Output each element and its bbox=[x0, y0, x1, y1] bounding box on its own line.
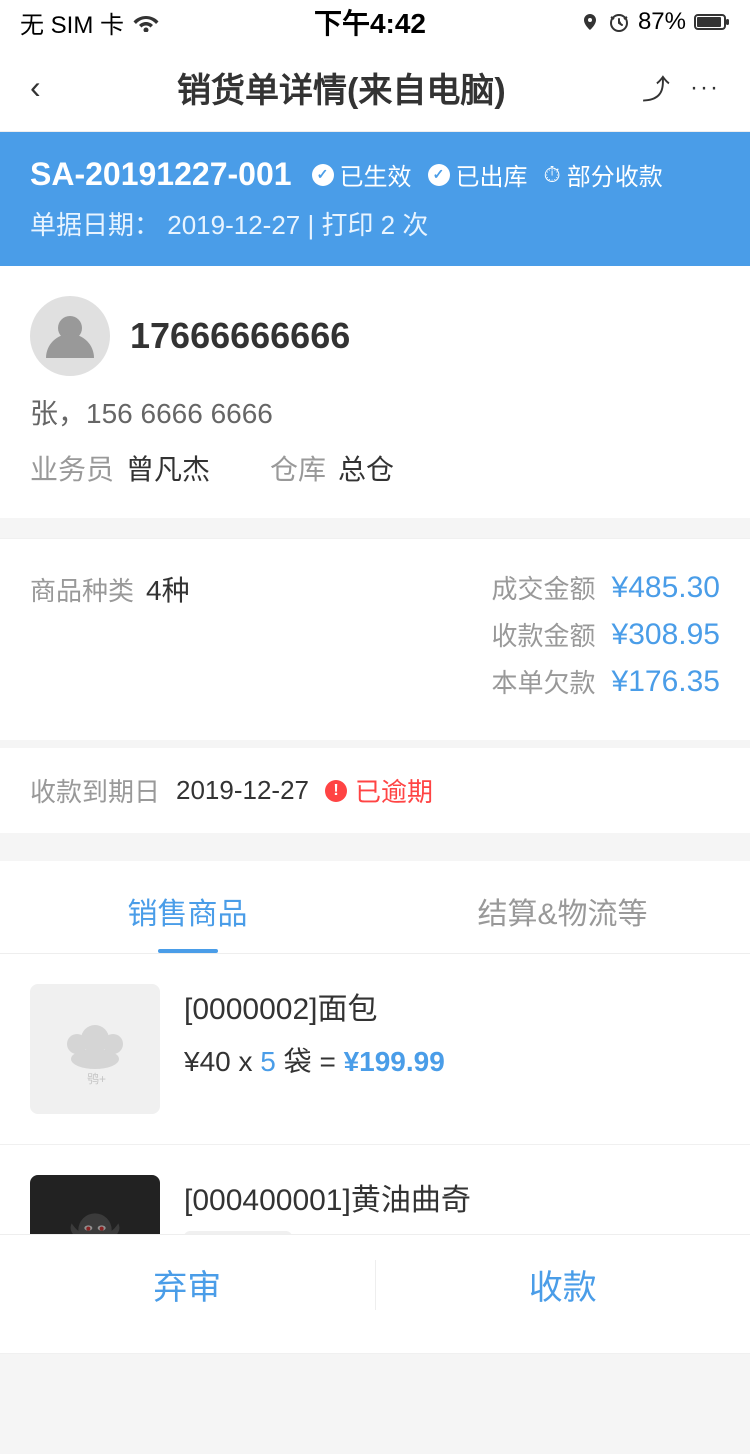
status-time: 下午4:42 bbox=[314, 2, 426, 42]
received-amount: 收款金额 ¥308.95 bbox=[492, 616, 720, 653]
nav-right: ⤴ ··· bbox=[642, 68, 720, 108]
product-price-1: ¥40 x 5 袋 = ¥199.99 bbox=[184, 1040, 720, 1080]
overdue-badge: ! 已逾期 bbox=[325, 772, 433, 809]
abandon-review-button[interactable]: 弃审 bbox=[0, 1240, 375, 1329]
summary-right: 成交金额 ¥485.30 收款金额 ¥308.95 本单欠款 ¥176.35 bbox=[492, 569, 720, 710]
location-icon bbox=[580, 12, 600, 32]
battery-percent: 87% bbox=[638, 8, 686, 36]
order-date: 单据日期： 2019-12-27 | 打印 2 次 bbox=[30, 205, 720, 242]
product-thumb-1: 鸮+ bbox=[30, 984, 160, 1114]
back-button[interactable]: ‹ bbox=[30, 69, 41, 106]
tab-settlement[interactable]: 结算&物流等 bbox=[375, 861, 750, 953]
product-name-2: [000400001]黄油曲奇 bbox=[184, 1175, 720, 1219]
more-button[interactable]: ··· bbox=[690, 74, 720, 102]
svg-text:鸮+: 鸮+ bbox=[87, 1071, 106, 1086]
nav-left: ‹ bbox=[30, 69, 41, 106]
status-shipped: ✓ 已出库 bbox=[428, 157, 528, 192]
warehouse: 仓库 总仓 bbox=[270, 448, 394, 488]
tab-sales-products[interactable]: 销售商品 bbox=[0, 861, 375, 953]
sim-label: 无 SIM 卡 bbox=[20, 5, 124, 40]
customer-section: 17666666666 张，156 6666 6666 业务员 曾凡杰 仓库 总… bbox=[0, 266, 750, 518]
tabs-row: 销售商品 结算&物流等 bbox=[0, 861, 750, 953]
product-info-1: [0000002]面包 ¥40 x 5 袋 = ¥199.99 bbox=[184, 984, 720, 1114]
owed-amount: 本单欠款 ¥176.35 bbox=[492, 663, 720, 700]
sales-person: 业务员 曾凡杰 bbox=[30, 448, 210, 488]
product-item: 鸮+ [0000002]面包 ¥40 x 5 袋 = ¥199.99 bbox=[0, 954, 750, 1145]
status-right: 87% bbox=[580, 8, 730, 36]
status-activated: ✓ 已生效 bbox=[312, 157, 412, 192]
wifi-icon bbox=[132, 12, 160, 32]
tabs-section: 销售商品 结算&物流等 bbox=[0, 853, 750, 954]
order-status-tags: ✓ 已生效 ✓ 已出库 ⏱ 部分收款 bbox=[312, 157, 663, 192]
collect-payment-button[interactable]: 收款 bbox=[376, 1240, 750, 1329]
status-bar: 无 SIM 卡 下午4:42 87% bbox=[0, 0, 750, 44]
check-icon-2: ✓ bbox=[428, 164, 450, 186]
customer-name: 张，156 6666 6666 bbox=[30, 392, 720, 432]
page-title: 销货单详情(来自电脑) bbox=[177, 63, 506, 112]
customer-meta: 业务员 曾凡杰 仓库 总仓 bbox=[30, 448, 720, 488]
product-name-1: [0000002]面包 bbox=[184, 984, 720, 1028]
share-button[interactable]: ⤴ bbox=[642, 68, 670, 108]
battery-icon bbox=[694, 12, 730, 32]
check-icon-1: ✓ bbox=[312, 164, 334, 186]
summary-left: 商品种类 4种 bbox=[30, 569, 190, 617]
status-partial-payment: ⏱ 部分收款 bbox=[544, 157, 663, 192]
summary-section: 商品种类 4种 成交金额 ¥485.30 收款金额 ¥308.95 本单欠款 ¥… bbox=[0, 538, 750, 740]
avatar bbox=[30, 296, 110, 376]
customer-id: 17666666666 bbox=[130, 315, 350, 357]
due-section: 收款到期日 2019-12-27 ! 已逾期 bbox=[0, 740, 750, 833]
order-id: SA-20191227-001 bbox=[30, 156, 292, 193]
alarm-icon bbox=[608, 12, 630, 32]
status-left: 无 SIM 卡 bbox=[20, 5, 160, 40]
nav-bar: ‹ 销货单详情(来自电脑) ⤴ ··· bbox=[0, 44, 750, 132]
order-header: SA-20191227-001 ✓ 已生效 ✓ 已出库 ⏱ 部分收款 单据日期：… bbox=[0, 132, 750, 266]
transaction-amount: 成交金额 ¥485.30 bbox=[492, 569, 720, 606]
overdue-dot-icon: ! bbox=[325, 780, 347, 802]
bottom-bar: 弃审 收款 bbox=[0, 1234, 750, 1334]
clock-icon: ⏱ bbox=[544, 162, 561, 188]
